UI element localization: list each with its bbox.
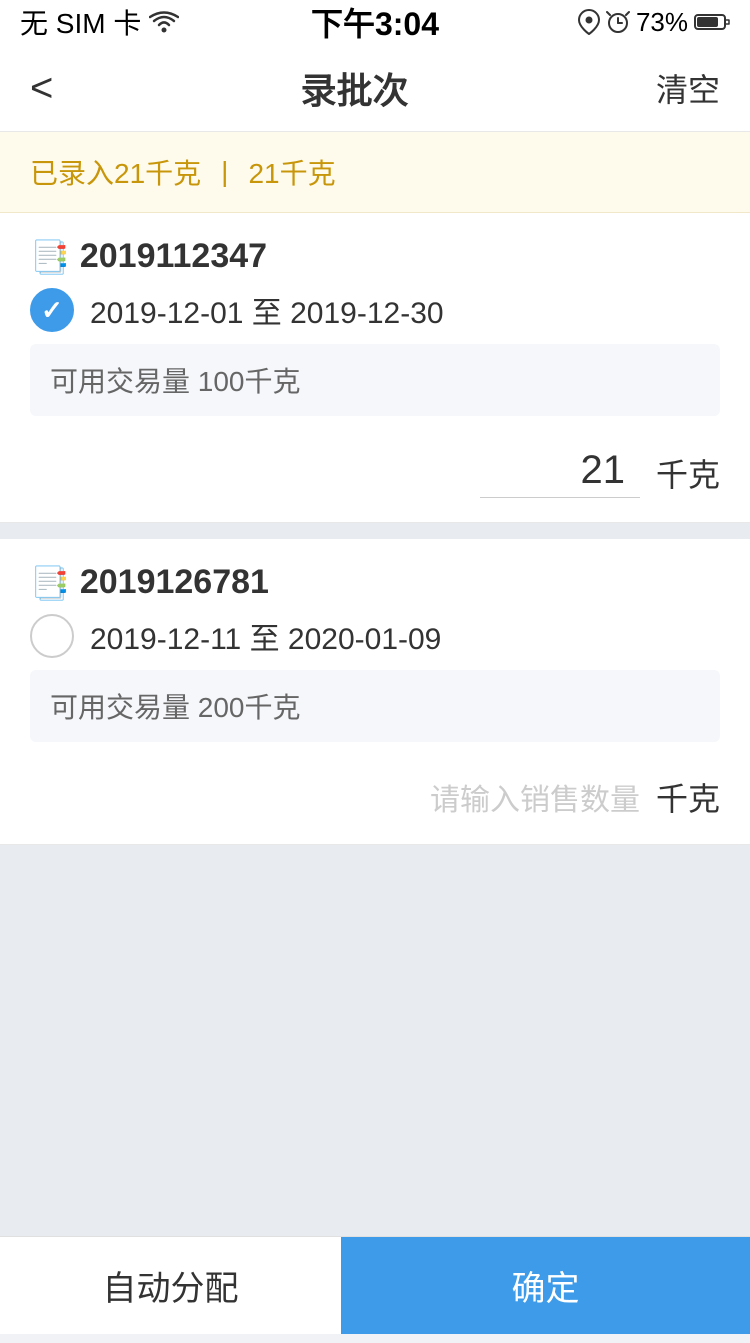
available-qty-2: 可用交易量 200千克 (30, 670, 720, 742)
batch-card-2: 📑 2019126781 2019-12-11 至 2020-01-09 可用交… (0, 539, 750, 845)
battery-icon (694, 13, 730, 31)
confirm-button[interactable]: 确定 (341, 1237, 750, 1334)
batch-header-1: 📑 2019112347 (0, 213, 750, 288)
batch-date-row-2: 2019-12-11 至 2020-01-09 (0, 614, 750, 670)
batch-checkbox-1[interactable] (30, 288, 74, 332)
auto-distribute-button[interactable]: 自动分配 (0, 1237, 341, 1334)
batch-id-2: 2019126781 (80, 563, 269, 602)
batch-card-1: 📑 2019112347 2019-12-01 至 2019-12-30 可用交… (0, 213, 750, 523)
page-title: 录批次 (301, 62, 409, 114)
alarm-icon (606, 9, 630, 35)
batch-date-1: 2019-12-01 至 2019-12-30 (90, 288, 444, 332)
qty-input-1[interactable] (480, 448, 640, 498)
qty-unit-2: 千克 (656, 774, 720, 820)
section-divider (0, 523, 750, 539)
batch-doc-icon-1: 📑 (30, 238, 70, 276)
status-time: 下午3:04 (311, 0, 439, 45)
status-bar: 无 SIM 卡 下午3:04 73% (0, 0, 750, 44)
batch-doc-icon-2: 📑 (30, 564, 70, 602)
clear-button[interactable]: 清空 (656, 65, 720, 111)
back-button[interactable]: < (30, 68, 53, 108)
batch-date-row-1: 2019-12-01 至 2019-12-30 (0, 288, 750, 344)
status-carrier: 无 SIM 卡 (20, 2, 179, 42)
nav-bar: < 录批次 清空 (0, 44, 750, 132)
carrier-text: 无 SIM 卡 (20, 2, 141, 42)
input-row-2: 请输入销售数量 千克 (0, 758, 750, 845)
main-content: 已录入21千克 | 21千克 📑 2019112347 2019-12-01 至… (0, 132, 750, 1343)
status-right: 73% (578, 7, 730, 38)
input-row-1: 千克 (0, 432, 750, 523)
batch-date-2: 2019-12-11 至 2020-01-09 (90, 614, 441, 658)
batch-id-1: 2019112347 (80, 237, 267, 276)
summary-bar: 已录入21千克 | 21千克 (0, 132, 750, 213)
batch-header-2: 📑 2019126781 (0, 539, 750, 614)
batch-checkbox-2[interactable] (30, 614, 74, 658)
location-icon (578, 9, 600, 35)
bottom-buttons: 自动分配 确定 (0, 1236, 750, 1334)
summary-recorded: 已录入21千克 (30, 152, 201, 192)
wifi-icon (149, 11, 179, 33)
qty-unit-1: 千克 (656, 450, 720, 496)
battery-text: 73% (636, 7, 688, 38)
qty-placeholder-2: 请输入销售数量 (30, 775, 640, 819)
summary-total: 21千克 (248, 152, 335, 192)
bottom-filler (0, 845, 750, 1245)
available-qty-1: 可用交易量 100千克 (30, 344, 720, 416)
summary-divider: | (221, 156, 228, 188)
